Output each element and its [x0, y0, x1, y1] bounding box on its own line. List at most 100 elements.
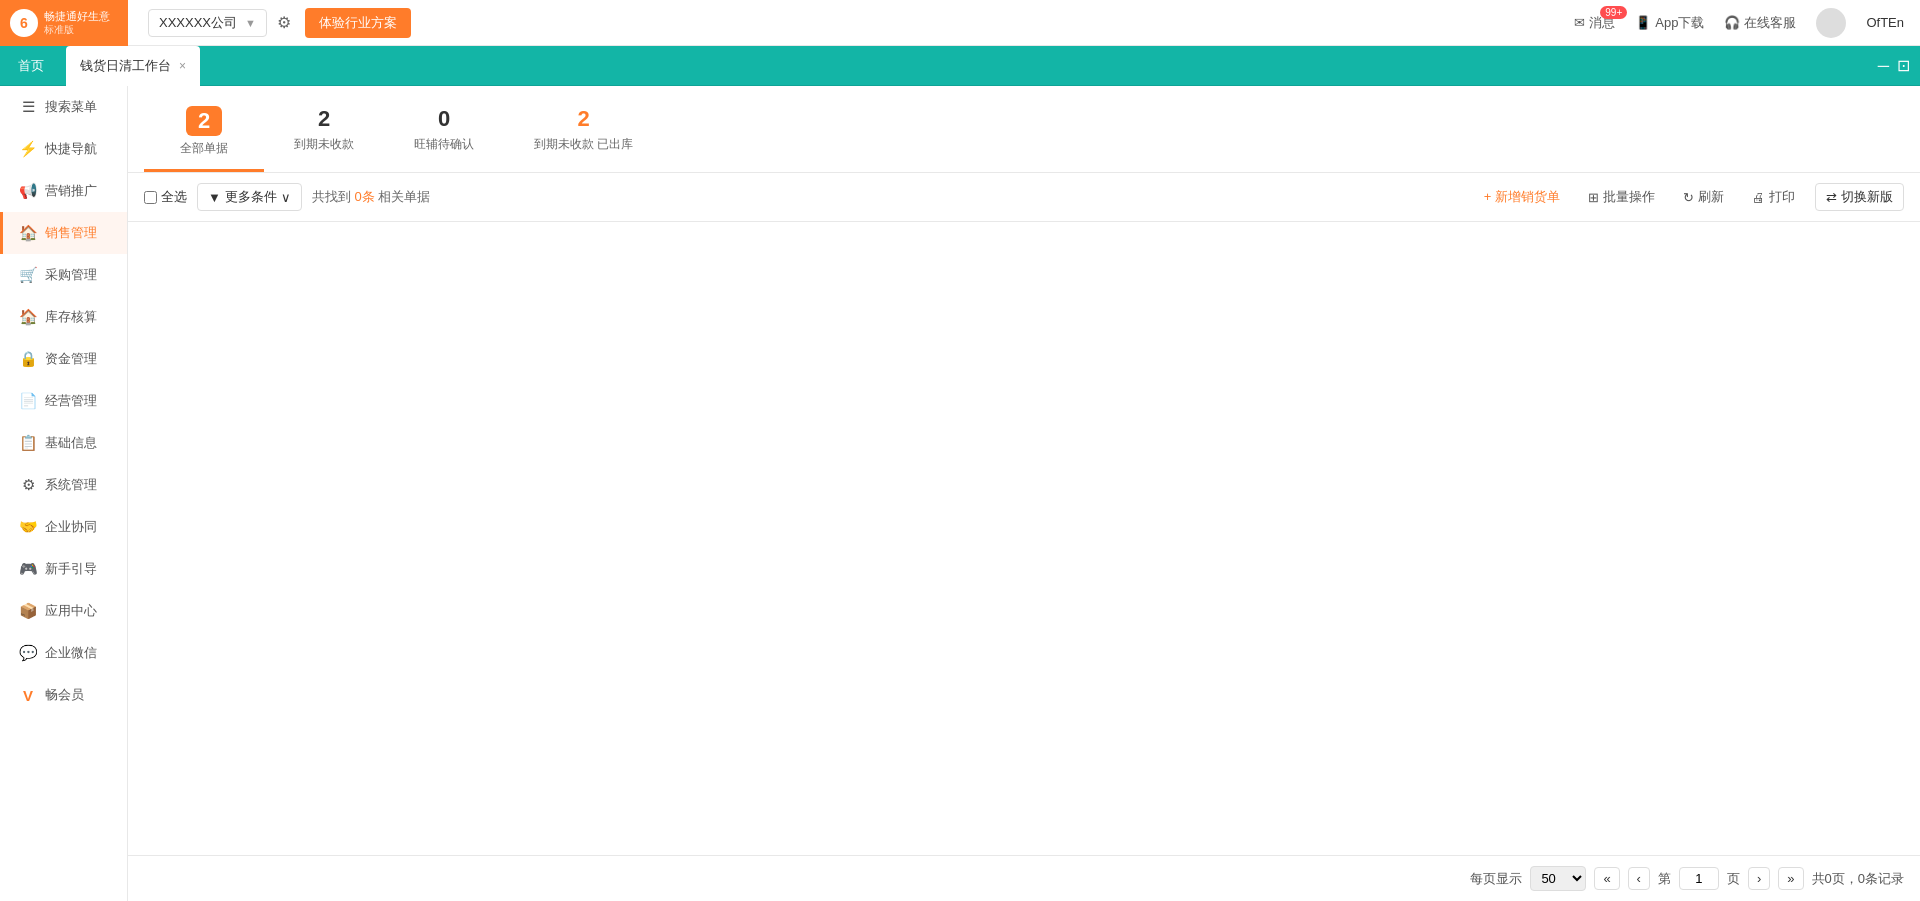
enterprise-icon: 🤝	[19, 518, 37, 536]
chevron-down-icon: ∨	[281, 190, 291, 205]
table-area	[128, 222, 1920, 855]
stat-label-wangpu: 旺辅待确认	[414, 136, 474, 153]
username[interactable]: OfTEn	[1866, 15, 1904, 30]
quick-nav-icon: ⚡	[19, 140, 37, 158]
sidebar-item-inventory[interactable]: 🏠 库存核算	[0, 296, 127, 338]
operations-icon: 📄	[19, 392, 37, 410]
sidebar-item-search-menu[interactable]: ☰ 搜索菜单	[0, 86, 127, 128]
print-button[interactable]: 🖨 打印	[1744, 184, 1803, 210]
wechat-icon: 💬	[19, 644, 37, 662]
toolbar-left: 全选 ▼ 更多条件 ∨ 共找到 0条 相关单据	[144, 183, 1464, 211]
pagination: 每页显示 50 10 20 100 « ‹ 第 页 › » 共0页，0条记录	[128, 855, 1920, 901]
member-icon: V	[19, 687, 37, 704]
stat-num-wangpu: 0	[438, 106, 450, 132]
found-text: 共找到 0条 相关单据	[312, 188, 430, 206]
sidebar-item-system[interactable]: ⚙ 系统管理	[0, 464, 127, 506]
sidebar-item-newbie[interactable]: 🎮 新手引导	[0, 548, 127, 590]
page-size-select[interactable]: 50 10 20 100	[1530, 866, 1586, 891]
total-label: 共0页，0条记录	[1812, 870, 1904, 888]
add-sales-order-button[interactable]: + 新增销货单	[1476, 184, 1568, 210]
tab-active[interactable]: 钱货日清工作台 ×	[66, 46, 200, 86]
page-size-label: 每页显示	[1470, 870, 1522, 888]
tab-home[interactable]: 首页	[0, 46, 62, 86]
next-page-button[interactable]: ›	[1748, 867, 1770, 890]
first-page-button[interactable]: «	[1594, 867, 1619, 890]
sidebar: ☰ 搜索菜单 ⚡ 快捷导航 📢 营销推广 🏠 销售管理 🛒 采购管理 🏠 库存核…	[0, 86, 128, 901]
online-service-button[interactable]: 🎧 在线客服	[1724, 14, 1796, 32]
main-layout: ☰ 搜索菜单 ⚡ 快捷导航 📢 营销推广 🏠 销售管理 🛒 采购管理 🏠 库存核…	[0, 86, 1920, 901]
tab-bar-right: ─ ⊡	[1878, 56, 1920, 75]
select-all-checkbox[interactable]: 全选	[144, 188, 187, 206]
batch-operation-button[interactable]: ⊞ 批量操作	[1580, 184, 1663, 210]
stat-card-overdue[interactable]: 2 到期未收款	[264, 96, 384, 172]
message-badge: 99+	[1600, 6, 1627, 19]
filter-icon: ▼	[208, 190, 221, 205]
sidebar-item-finance[interactable]: 🔒 资金管理	[0, 338, 127, 380]
service-icon: 🎧	[1724, 15, 1740, 30]
sidebar-item-member[interactable]: V 畅会员	[0, 674, 127, 716]
inventory-icon: 🏠	[19, 308, 37, 326]
logo-text: 畅捷通好生意 标准版	[44, 9, 110, 36]
stats-row: 2 全部单据 2 到期未收款 0 旺辅待确认 2 到期未收款 已出库	[128, 86, 1920, 173]
page-number-input[interactable]	[1679, 867, 1719, 890]
tab-bar: 首页 钱货日清工作台 × ─ ⊡	[0, 46, 1920, 86]
page-suffix: 页	[1727, 870, 1740, 888]
prev-page-button[interactable]: ‹	[1628, 867, 1650, 890]
filter-button[interactable]: ▼ 更多条件 ∨	[197, 183, 302, 211]
stat-label-overdue: 到期未收款	[294, 136, 354, 153]
content-area: 2 全部单据 2 到期未收款 0 旺辅待确认 2 到期未收款 已出库 全选	[128, 86, 1920, 901]
logo-icon: 6	[10, 9, 38, 37]
message-icon: ✉	[1574, 15, 1585, 30]
finance-icon: 🔒	[19, 350, 37, 368]
messages-button[interactable]: ✉ 消息 99+	[1574, 14, 1615, 32]
stat-label-overdue-shipped: 到期未收款 已出库	[534, 136, 633, 153]
sidebar-item-operations[interactable]: 📄 经营管理	[0, 380, 127, 422]
tab-minimize-button[interactable]: ─	[1878, 56, 1889, 75]
sidebar-item-app-center[interactable]: 📦 应用中心	[0, 590, 127, 632]
sidebar-item-marketing[interactable]: 📢 营销推广	[0, 170, 127, 212]
avatar[interactable]	[1816, 8, 1846, 38]
switch-icon: ⇄	[1826, 190, 1837, 205]
batch-icon: ⊞	[1588, 190, 1599, 205]
sidebar-item-enterprise[interactable]: 🤝 企业协同	[0, 506, 127, 548]
sidebar-item-base-info[interactable]: 📋 基础信息	[0, 422, 127, 464]
newbie-icon: 🎮	[19, 560, 37, 578]
sidebar-item-quick-nav[interactable]: ⚡ 快捷导航	[0, 128, 127, 170]
toolbar-right: + 新增销货单 ⊞ 批量操作 ↻ 刷新 🖨 打印 ⇄ 切换新版	[1476, 183, 1904, 211]
sidebar-item-wechat[interactable]: 💬 企业微信	[0, 632, 127, 674]
tab-expand-button[interactable]: ⊡	[1897, 56, 1910, 75]
toolbar: 全选 ▼ 更多条件 ∨ 共找到 0条 相关单据 + 新增销货单 ⊞ 批量操作	[128, 173, 1920, 222]
company-selector[interactable]: XXXXXX公司 ▼	[148, 9, 267, 37]
stat-num-overdue-shipped: 2	[578, 106, 590, 132]
stat-label-all: 全部单据	[180, 140, 228, 157]
stat-num-all: 2	[186, 106, 222, 136]
refresh-icon: ↻	[1683, 190, 1694, 205]
search-menu-icon: ☰	[19, 98, 37, 116]
stat-card-wangpu[interactable]: 0 旺辅待确认	[384, 96, 504, 172]
sales-icon: 🏠	[19, 224, 37, 242]
trial-button[interactable]: 体验行业方案	[305, 8, 411, 38]
stat-card-all[interactable]: 2 全部单据	[144, 96, 264, 172]
header-right: ✉ 消息 99+ 📱 App下载 🎧 在线客服 OfTEn	[1574, 8, 1904, 38]
settings-icon[interactable]: ⚙	[277, 13, 291, 32]
sidebar-item-sales[interactable]: 🏠 销售管理	[0, 212, 127, 254]
app-center-icon: 📦	[19, 602, 37, 620]
sidebar-item-purchase[interactable]: 🛒 采购管理	[0, 254, 127, 296]
refresh-button[interactable]: ↻ 刷新	[1675, 184, 1732, 210]
tab-close-icon[interactable]: ×	[179, 59, 186, 73]
print-icon: 🖨	[1752, 190, 1765, 205]
download-icon: 📱	[1635, 15, 1651, 30]
top-header: 6 畅捷通好生意 标准版 XXXXXX公司 ▼ ⚙ 体验行业方案 ✉ 消息 99…	[0, 0, 1920, 46]
stat-num-overdue: 2	[318, 106, 330, 132]
stat-card-overdue-shipped[interactable]: 2 到期未收款 已出库	[504, 96, 663, 172]
base-info-icon: 📋	[19, 434, 37, 452]
purchase-icon: 🛒	[19, 266, 37, 284]
chevron-down-icon: ▼	[245, 17, 256, 29]
select-all-input[interactable]	[144, 191, 157, 204]
logo-area: 6 畅捷通好生意 标准版	[0, 0, 128, 46]
last-page-button[interactable]: »	[1778, 867, 1803, 890]
app-download-button[interactable]: 📱 App下载	[1635, 14, 1704, 32]
page-label: 第	[1658, 870, 1671, 888]
switch-version-button[interactable]: ⇄ 切换新版	[1815, 183, 1904, 211]
marketing-icon: 📢	[19, 182, 37, 200]
